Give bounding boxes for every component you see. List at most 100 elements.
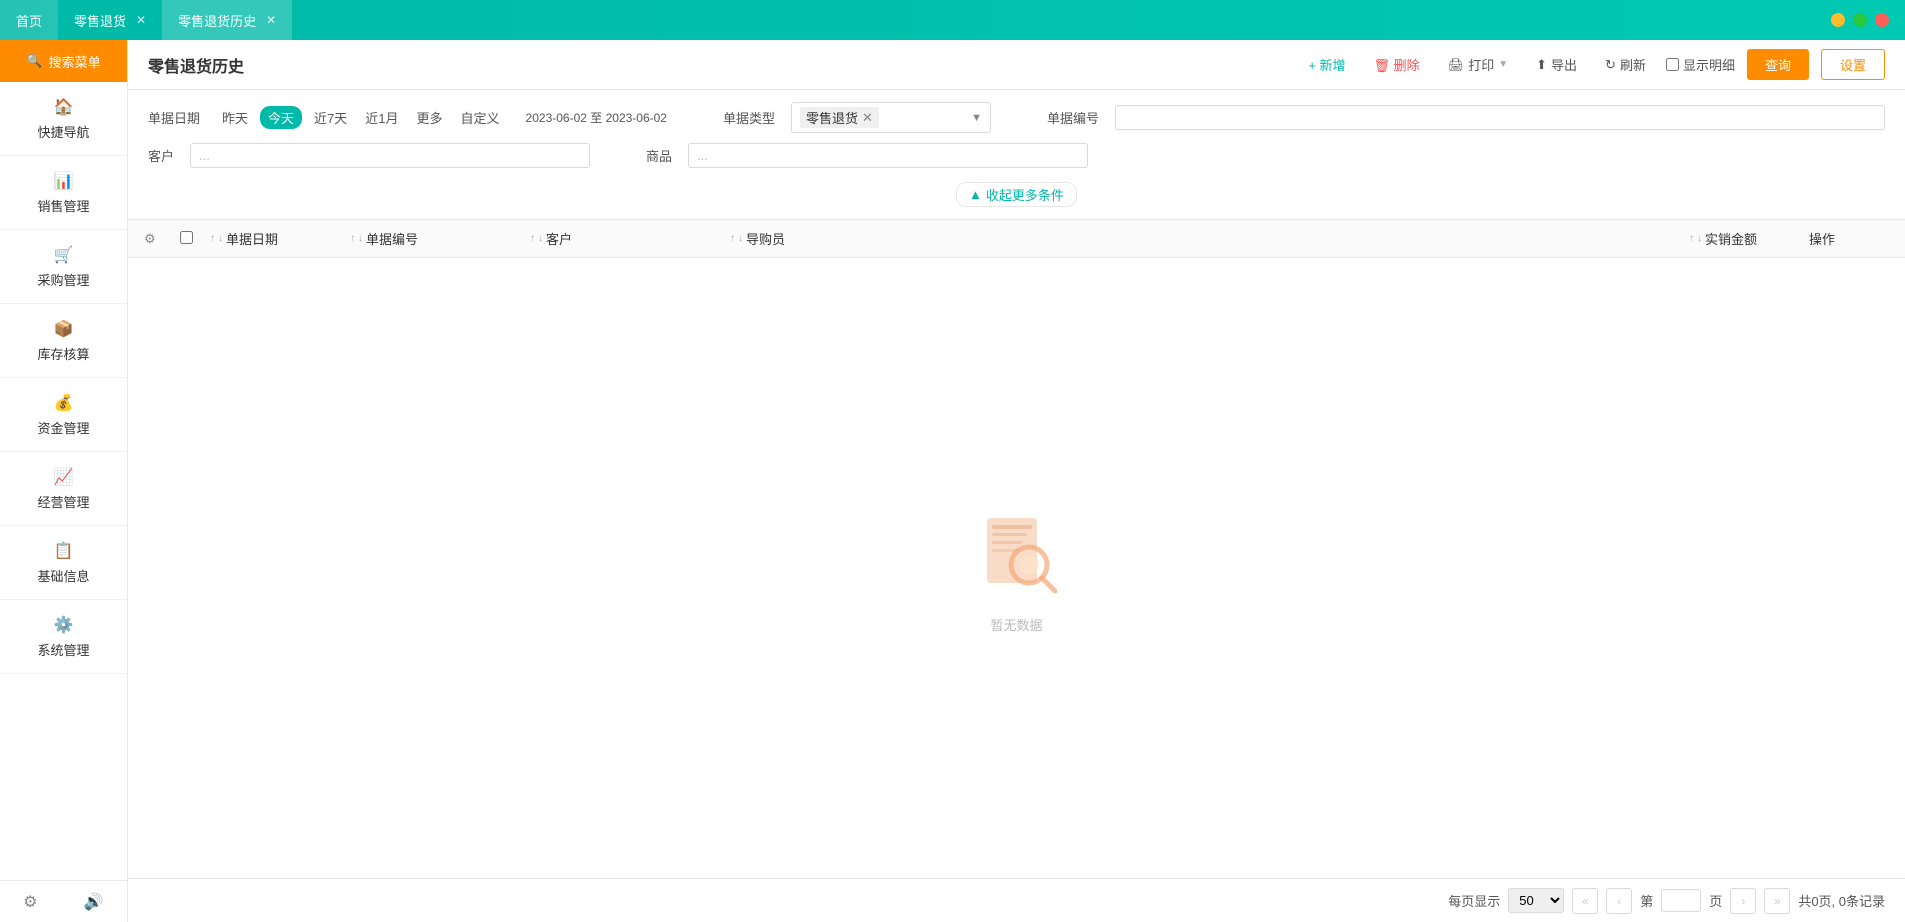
query-button[interactable]: 查询 — [1747, 49, 1809, 80]
refresh-icon: ↻ — [1605, 57, 1616, 73]
th-amount-sortup-icon[interactable]: ↑ — [1689, 233, 1694, 244]
sidebar-item-basic-info[interactable]: 📋 基础信息 — [0, 526, 127, 600]
th-amount-label: 实销金额 — [1705, 229, 1757, 248]
date-opt-today[interactable]: 今天 — [260, 106, 302, 129]
th-customer-sortdown-icon[interactable]: ↓ — [538, 233, 543, 244]
th-date-sortdown-icon[interactable]: ↓ — [218, 233, 223, 244]
page-prev-button[interactable]: ‹ — [1606, 888, 1632, 914]
th-amount: ↑ ↓ 实销金额 — [1689, 229, 1809, 248]
sidebar-item-basic-info-label: 基础信息 — [37, 566, 89, 585]
empty-text: 暂无数据 — [990, 615, 1042, 634]
window-maximize[interactable] — [1853, 13, 1867, 27]
bill-num-input[interactable] — [1115, 105, 1885, 130]
empty-state: 暂无数据 — [128, 258, 1905, 878]
date-opt-yesterday[interactable]: 昨天 — [216, 106, 254, 129]
page-last-button[interactable]: » — [1764, 888, 1790, 914]
page-size-select[interactable]: 10 20 50 100 — [1508, 888, 1564, 913]
date-options: 昨天 今天 近7天 近1月 更多 自定义 — [216, 106, 506, 129]
goods-select[interactable]: ... — [688, 143, 1088, 168]
th-guide-label: 导购员 — [746, 229, 785, 248]
bill-type-select[interactable]: 零售退货 ✕ ▼ — [791, 102, 991, 133]
delete-button[interactable]: 🗑 删除 — [1366, 51, 1428, 78]
page-unit: 页 — [1709, 891, 1722, 910]
sidebar-search[interactable]: 🔍 搜索菜单 — [0, 40, 127, 82]
tab-retail-return-history[interactable]: 零售退货历史 ✕ — [162, 0, 292, 40]
th-date-sortup-icon[interactable]: ↑ — [210, 233, 215, 244]
print-button[interactable]: 🖨 🖨 打印 打印 ▼ — [1440, 51, 1516, 78]
setting-button[interactable]: 设置 — [1821, 49, 1885, 80]
settings-bottom-btn[interactable]: ⚙ — [15, 888, 45, 916]
page-next-button[interactable]: › — [1730, 888, 1756, 914]
header-actions: + 新增 🗑 删除 🖨 🖨 打印 打印 ▼ ⬆ 导出 ↻ 刷新 — [1300, 49, 1885, 80]
sidebar-item-quick-nav-label: 快捷导航 — [37, 122, 89, 141]
th-guide: ↑ ↓ 导购员 — [730, 229, 1689, 248]
column-settings-icon[interactable]: ⚙ — [144, 231, 156, 247]
sidebar-item-sales[interactable]: 📊 销售管理 — [0, 156, 127, 230]
th-guide-sortup-icon[interactable]: ↑ — [730, 233, 735, 244]
show-detail-checkbox-label[interactable]: 显示明细 — [1666, 55, 1735, 74]
tab-retail-return[interactable]: 零售退货 ✕ — [58, 0, 162, 40]
sidebar-item-quick-nav[interactable]: 🏠 快捷导航 — [0, 82, 127, 156]
main-layout: 🔍 搜索菜单 🏠 快捷导航 📊 销售管理 🛒 采购管理 📦 库存核算 💰 — [0, 40, 1905, 922]
tab-retail-return-history-close[interactable]: ✕ — [266, 13, 276, 27]
sidebar-item-system[interactable]: ⚙️ 系统管理 — [0, 600, 127, 674]
sidebar-item-purchase[interactable]: 🛒 采购管理 — [0, 230, 127, 304]
th-op: 操作 — [1809, 229, 1889, 248]
page-first-button[interactable]: « — [1572, 888, 1598, 914]
window-close[interactable] — [1875, 13, 1889, 27]
select-all-checkbox[interactable] — [180, 231, 193, 244]
th-bill-sortup-icon[interactable]: ↑ — [350, 233, 355, 244]
total-info: 共0页, 0条记录 — [1798, 891, 1885, 910]
sidebar-bottom: ⚙ 🔊 — [0, 880, 127, 922]
sidebar-item-operations[interactable]: 📈 经营管理 — [0, 452, 127, 526]
collapse-button[interactable]: ▲ 收起更多条件 — [956, 182, 1077, 207]
date-opt-1month[interactable]: 近1月 — [359, 106, 404, 129]
operations-icon: 📈 — [53, 466, 75, 488]
show-detail-checkbox[interactable] — [1666, 58, 1679, 71]
collapse-up-icon: ▲ — [969, 187, 982, 202]
filter-row-2: 客户 ... 商品 ... — [148, 143, 1885, 168]
th-date-label: 单据日期 — [226, 229, 278, 248]
inventory-icon: 📦 — [53, 318, 75, 340]
bill-type-tag: 零售退货 ✕ — [800, 107, 879, 128]
date-label: 单据日期 — [148, 108, 200, 127]
new-button[interactable]: + 新增 — [1300, 51, 1353, 78]
th-bill-num: ↑ ↓ 单据编号 — [350, 229, 530, 248]
basic-info-icon: 📋 — [53, 540, 75, 562]
content-area: 零售退货历史 + 新增 🗑 删除 🖨 🖨 打印 打印 ▼ ⬆ 导出 ↻ 刷新 — [128, 40, 1905, 922]
sidebar-item-operations-label: 经营管理 — [37, 492, 89, 511]
page-label: 第 — [1640, 891, 1653, 910]
th-bill-sortdown-icon[interactable]: ↓ — [358, 233, 363, 244]
th-amount-sortdown-icon[interactable]: ↓ — [1697, 233, 1702, 244]
date-opt-7days[interactable]: 近7天 — [308, 106, 353, 129]
system-icon: ⚙️ — [53, 614, 75, 636]
window-minimize[interactable] — [1831, 13, 1845, 27]
filter-area: 单据日期 昨天 今天 近7天 近1月 更多 自定义 2023-06-02 至 2… — [128, 90, 1905, 220]
tab-retail-return-close[interactable]: ✕ — [136, 13, 146, 27]
customer-select[interactable]: ... — [190, 143, 590, 168]
sidebar-item-inventory[interactable]: 📦 库存核算 — [0, 304, 127, 378]
th-date: ↑ ↓ 单据日期 — [210, 229, 350, 248]
table-area: ⚙ ↑ ↓ 单据日期 ↑ ↓ 单据编号 ↑ ↓ 客户 — [128, 220, 1905, 878]
sidebar: 🔍 搜索菜单 🏠 快捷导航 📊 销售管理 🛒 采购管理 📦 库存核算 💰 — [0, 40, 128, 922]
audio-bottom-btn[interactable]: 🔊 — [76, 888, 112, 916]
tab-retail-return-label: 零售退货 — [74, 11, 126, 30]
date-opt-more[interactable]: 更多 — [411, 106, 449, 129]
tab-retail-return-history-label: 零售退货历史 — [178, 11, 256, 30]
th-guide-sortdown-icon[interactable]: ↓ — [738, 233, 743, 244]
finance-icon: 💰 — [53, 392, 75, 414]
sidebar-item-finance[interactable]: 💰 资金管理 — [0, 378, 127, 452]
date-opt-custom[interactable]: 自定义 — [455, 106, 506, 129]
refresh-button[interactable]: ↻ 刷新 — [1597, 51, 1654, 78]
window-controls — [1831, 13, 1905, 27]
table-header: ⚙ ↑ ↓ 单据日期 ↑ ↓ 单据编号 ↑ ↓ 客户 — [128, 220, 1905, 258]
customer-placeholder: ... — [199, 148, 210, 163]
export-button[interactable]: ⬆ 导出 — [1528, 51, 1585, 78]
sidebar-search-label: 搜索菜单 — [49, 52, 101, 71]
page-input[interactable]: 1 — [1661, 889, 1701, 912]
bill-type-arrow-icon: ▼ — [971, 112, 982, 124]
sidebar-item-purchase-label: 采购管理 — [37, 270, 89, 289]
tab-home[interactable]: 首页 — [0, 0, 58, 40]
bill-type-tag-close[interactable]: ✕ — [862, 110, 873, 126]
th-customer-sortup-icon[interactable]: ↑ — [530, 233, 535, 244]
